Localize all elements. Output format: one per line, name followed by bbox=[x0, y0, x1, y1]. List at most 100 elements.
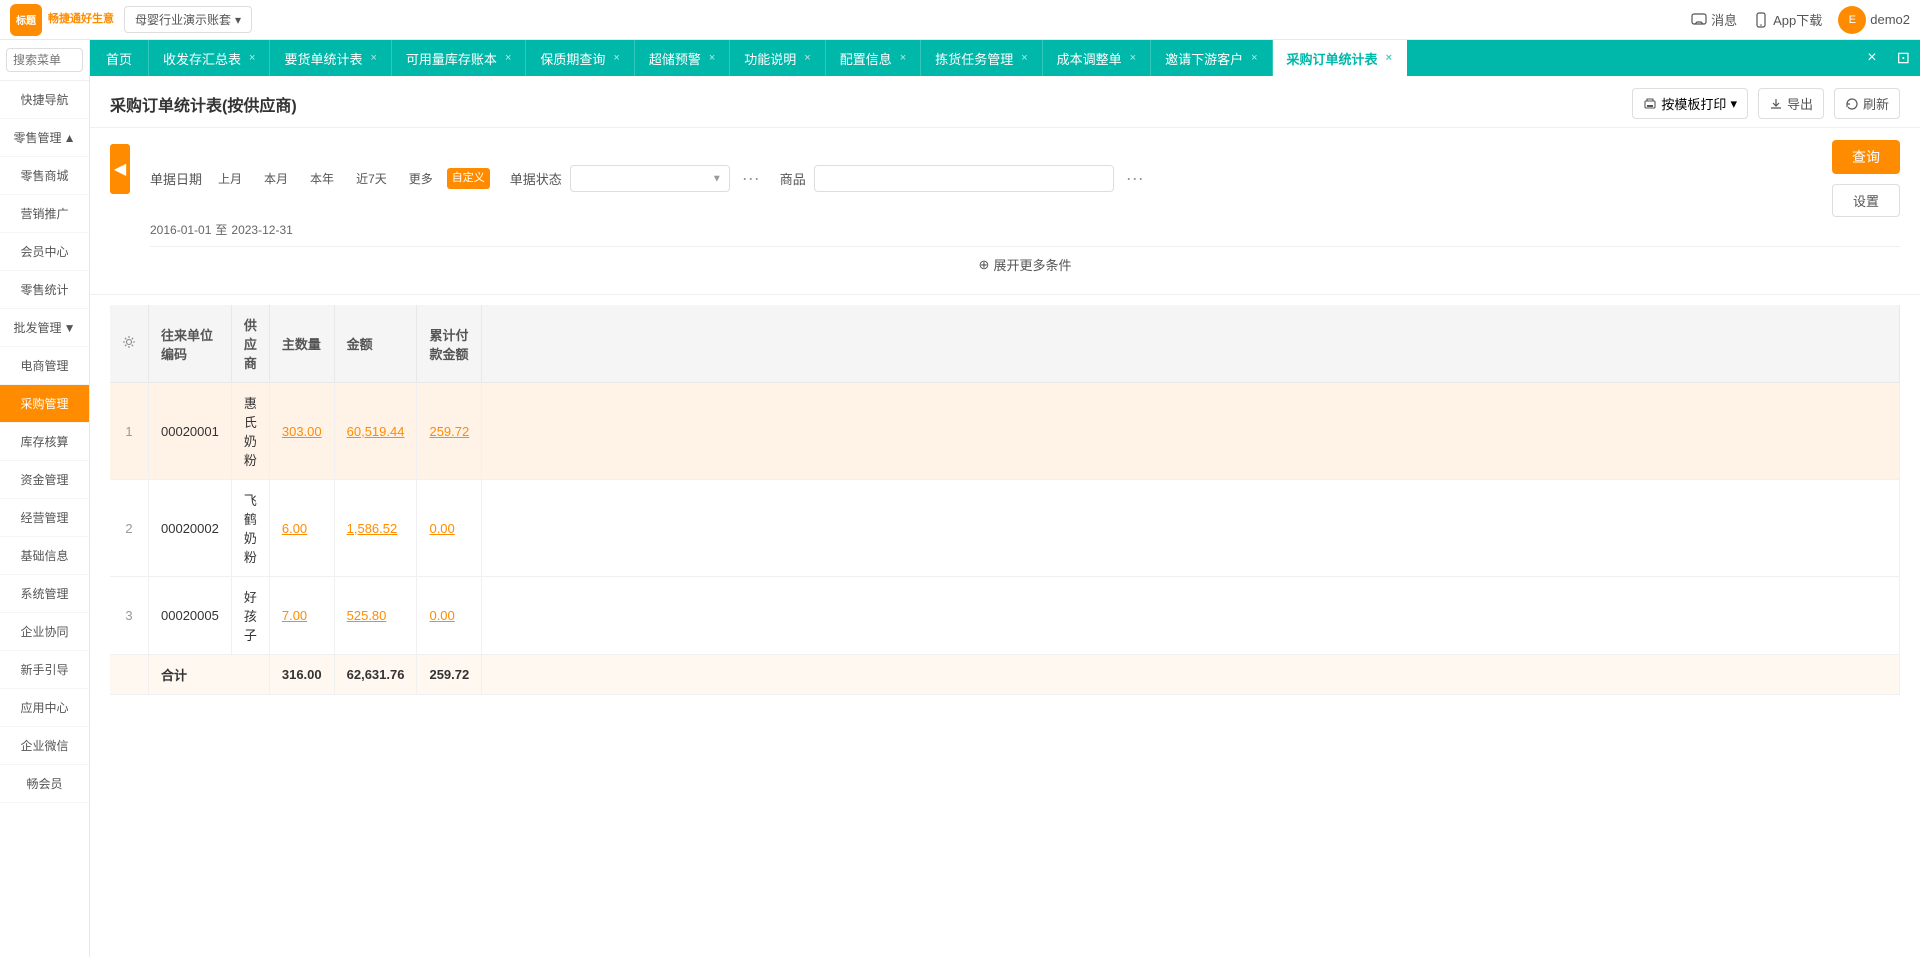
tab-close-icon[interactable]: × bbox=[804, 52, 810, 64]
status-more-icon[interactable]: ··· bbox=[742, 168, 760, 189]
expand-icon: ⊕ bbox=[979, 257, 990, 273]
sidebar-item-purchase[interactable]: 采购管理 bbox=[0, 385, 89, 423]
goods-input[interactable] bbox=[814, 165, 1114, 192]
app-download-label: App下载 bbox=[1773, 10, 1822, 29]
header-actions: 按模板打印 ▾ 导出 刷新 bbox=[1632, 88, 1900, 119]
table-row[interactable]: 1 00020001 惠氏奶粉 303.00 60,519.44 259.72 bbox=[110, 383, 1900, 480]
quantity-link[interactable]: 303.00 bbox=[282, 424, 322, 439]
tab-close-icon[interactable]: × bbox=[370, 52, 376, 64]
sidebar-item-finance[interactable]: 资金管理 bbox=[0, 461, 89, 499]
tab-close-icon[interactable]: × bbox=[1021, 52, 1027, 64]
sidebar-item-member-center[interactable]: 会员中心 bbox=[0, 233, 89, 271]
footer-quantity: 316.00 bbox=[269, 655, 334, 695]
sidebar-item-retail-stats[interactable]: 零售统计 bbox=[0, 271, 89, 309]
filter-toggle-btn[interactable]: ◀ bbox=[110, 144, 130, 194]
sidebar-item-wholesale[interactable]: 批发管理 ▼ bbox=[0, 309, 89, 347]
nav-tabs-right: × ⊡ bbox=[1857, 40, 1920, 76]
tab-receive-summary[interactable]: 收发存汇总表 × bbox=[149, 40, 270, 76]
search-input[interactable] bbox=[6, 48, 83, 72]
tab-label: 采购订单统计表 bbox=[1287, 49, 1378, 68]
user-avatar-area[interactable]: E demo2 bbox=[1838, 6, 1910, 34]
print-button[interactable]: 按模板打印 ▾ bbox=[1632, 88, 1748, 119]
sidebar-item-ecommerce[interactable]: 电商管理 bbox=[0, 347, 89, 385]
sidebar-item-new-guide[interactable]: 新手引导 bbox=[0, 651, 89, 689]
tab-label: 功能说明 bbox=[744, 49, 796, 68]
row-paid: 0.00 bbox=[417, 480, 482, 577]
sidebar-item-retail-management[interactable]: 零售管理 ▲ bbox=[0, 119, 89, 157]
message-btn[interactable]: 消息 bbox=[1691, 10, 1737, 29]
amount-link[interactable]: 60,519.44 bbox=[347, 424, 405, 439]
settings-button[interactable]: 设置 bbox=[1832, 184, 1900, 217]
export-button[interactable]: 导出 bbox=[1758, 88, 1824, 119]
tab-available-stock[interactable]: 可用量库存账本 × bbox=[392, 40, 526, 76]
tab-close-icon[interactable]: × bbox=[900, 52, 906, 64]
table-row[interactable]: 2 00020002 飞鹤奶粉 6.00 1,586.52 0.00 bbox=[110, 480, 1900, 577]
paid-link[interactable]: 0.00 bbox=[429, 608, 454, 623]
row-code: 00020005 bbox=[149, 577, 232, 655]
goods-more-icon[interactable]: ··· bbox=[1126, 168, 1144, 189]
header-row: 往来单位编码 供应商 主数量 金额 累计付款金额 bbox=[110, 305, 1900, 383]
sidebar-item-basic-info[interactable]: 基础信息 bbox=[0, 537, 89, 575]
table-footer: 合计 316.00 62,631.76 259.72 bbox=[110, 655, 1900, 695]
row-quantity: 7.00 bbox=[269, 577, 334, 655]
tab-overstock-alert[interactable]: 超储预警 × bbox=[635, 40, 730, 76]
shortcut-last-month[interactable]: 上月 bbox=[210, 168, 250, 189]
quantity-link[interactable]: 7.00 bbox=[282, 608, 307, 623]
row-extra bbox=[482, 577, 1900, 655]
tab-close-icon[interactable]: × bbox=[1130, 52, 1136, 64]
shortcut-7days[interactable]: 近7天 bbox=[348, 168, 395, 189]
expand-more-btn[interactable]: ⊕ 展开更多条件 bbox=[150, 246, 1900, 282]
sidebar-item-quick-nav[interactable]: 快捷导航 bbox=[0, 81, 89, 119]
amount-link[interactable]: 1,586.52 bbox=[347, 521, 398, 536]
tab-close-icon[interactable]: × bbox=[505, 52, 511, 64]
quantity-link[interactable]: 6.00 bbox=[282, 521, 307, 536]
app-download-btn[interactable]: App下载 bbox=[1753, 10, 1822, 29]
status-select[interactable] bbox=[570, 165, 730, 192]
message-icon bbox=[1691, 12, 1707, 28]
tab-label: 邀请下游客户 bbox=[1165, 49, 1243, 68]
table-row[interactable]: 3 00020005 好孩子 7.00 525.80 0.00 bbox=[110, 577, 1900, 655]
sidebar-item-membership[interactable]: 畅会员 bbox=[0, 765, 89, 803]
tab-close-icon[interactable]: × bbox=[709, 52, 715, 64]
workspace-selector[interactable]: 母婴行业演示账套 ▾ bbox=[124, 6, 252, 33]
amount-link[interactable]: 525.80 bbox=[347, 608, 387, 623]
date-separator: 至 bbox=[215, 221, 227, 238]
tab-config-info[interactable]: 配置信息 × bbox=[826, 40, 921, 76]
sidebar-item-inventory[interactable]: 库存核算 bbox=[0, 423, 89, 461]
sidebar-item-label: 批发管理 bbox=[14, 319, 62, 336]
paid-link[interactable]: 259.72 bbox=[429, 424, 469, 439]
tab-invite-downstream[interactable]: 邀请下游客户 × bbox=[1151, 40, 1272, 76]
refresh-button[interactable]: 刷新 bbox=[1834, 88, 1900, 119]
tab-close-icon[interactable]: × bbox=[249, 52, 255, 64]
tab-feature-desc[interactable]: 功能说明 × bbox=[730, 40, 825, 76]
shortcut-more[interactable]: 更多 bbox=[401, 168, 441, 189]
tab-label: 可用量库存账本 bbox=[406, 49, 497, 68]
tab-close-icon[interactable]: × bbox=[1386, 52, 1392, 64]
date-to: 2023-12-31 bbox=[231, 223, 292, 237]
tab-expand-btn[interactable]: ⊡ bbox=[1887, 40, 1920, 76]
tab-cost-adjust[interactable]: 成本调整单 × bbox=[1043, 40, 1151, 76]
sidebar-item-enterprise-collab[interactable]: 企业协同 bbox=[0, 613, 89, 651]
sidebar-item-operations[interactable]: 经营管理 bbox=[0, 499, 89, 537]
sidebar-item-marketing[interactable]: 营销推广 bbox=[0, 195, 89, 233]
sidebar-item-retail-store[interactable]: 零售商城 bbox=[0, 157, 89, 195]
tab-close-icon[interactable]: × bbox=[1251, 52, 1257, 64]
sidebar-item-enterprise-wechat[interactable]: 企业微信 bbox=[0, 727, 89, 765]
shortcut-this-month[interactable]: 本月 bbox=[256, 168, 296, 189]
filter-row-1: 单据日期 上月 本月 本年 近7天 更多 自定义 bbox=[150, 140, 1900, 217]
sidebar-item-app-center[interactable]: 应用中心 bbox=[0, 689, 89, 727]
sidebar-item-label: 零售管理 bbox=[14, 129, 62, 146]
tab-pick-task[interactable]: 拣货任务管理 × bbox=[921, 40, 1042, 76]
tab-close-all-btn[interactable]: × bbox=[1857, 40, 1886, 76]
shortcut-this-year[interactable]: 本年 bbox=[302, 168, 342, 189]
tab-home[interactable]: 首页 bbox=[90, 40, 149, 76]
row-paid: 259.72 bbox=[417, 383, 482, 480]
sidebar-item-system[interactable]: 系统管理 bbox=[0, 575, 89, 613]
tab-goods-stats[interactable]: 要货单统计表 × bbox=[270, 40, 391, 76]
query-button[interactable]: 查询 bbox=[1832, 140, 1900, 174]
tab-purchase-stats[interactable]: 采购订单统计表 × bbox=[1273, 40, 1407, 76]
tab-shelf-life[interactable]: 保质期查询 × bbox=[526, 40, 634, 76]
content-area: 首页 收发存汇总表 × 要货单统计表 × 可用量库存账本 × 保质期查询 × bbox=[90, 40, 1920, 957]
tab-close-icon[interactable]: × bbox=[613, 52, 619, 64]
paid-link[interactable]: 0.00 bbox=[429, 521, 454, 536]
